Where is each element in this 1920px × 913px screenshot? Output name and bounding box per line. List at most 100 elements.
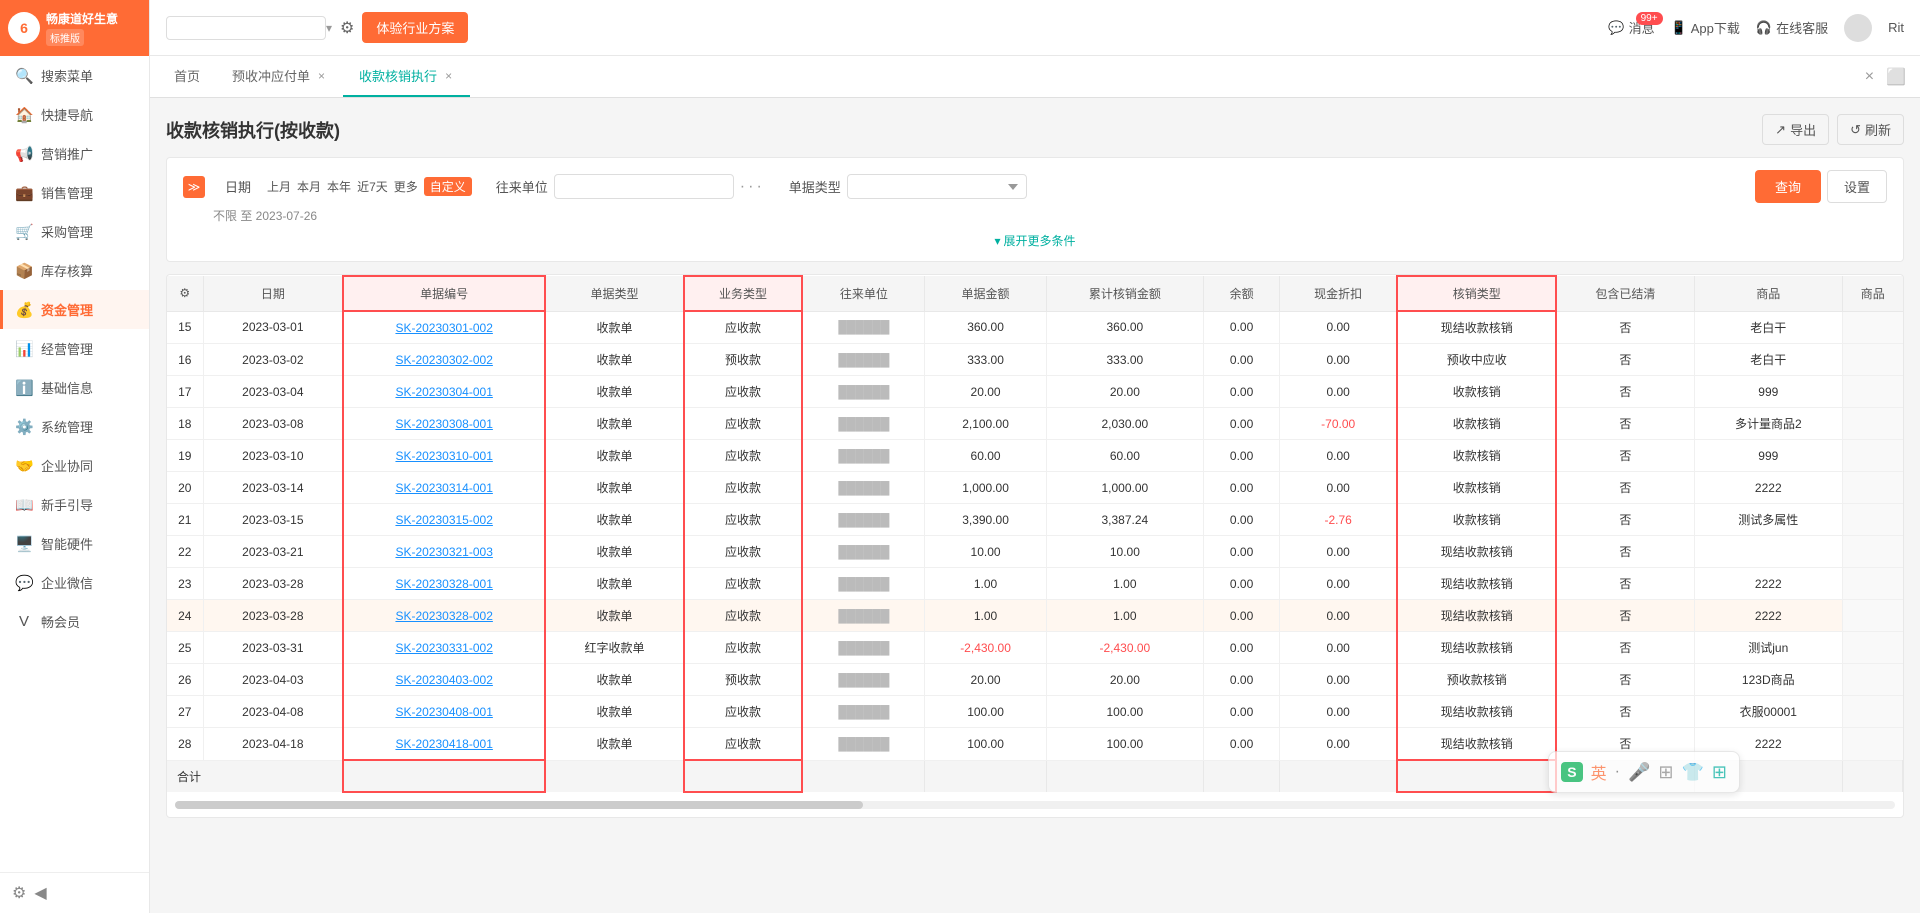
sn-link[interactable]: SK-20230302-002 xyxy=(395,353,492,367)
settings-btn[interactable]: 设置 xyxy=(1827,170,1887,203)
sidebar-item-operations[interactable]: 📊 经营管理 xyxy=(0,329,149,368)
td-party: ██████ xyxy=(802,472,925,504)
td-date: 2023-04-08 xyxy=(203,696,343,728)
filter-party-input[interactable] xyxy=(554,174,734,199)
date-link-lastmonth[interactable]: 上月 xyxy=(267,178,291,195)
sidebar-icon-marketing: 📢 xyxy=(15,145,33,163)
sn-link[interactable]: SK-20230315-002 xyxy=(395,513,492,527)
th-balance[interactable]: 余额 xyxy=(1204,276,1280,311)
tfoot-goods2 xyxy=(1843,760,1903,792)
sn-link[interactable]: SK-20230321-003 xyxy=(395,545,492,559)
filter-vouchertype-select[interactable] xyxy=(847,174,1027,199)
th-date[interactable]: 日期 xyxy=(203,276,343,311)
sidebar-item-quicknav[interactable]: 🏠 快捷导航 xyxy=(0,95,149,134)
date-custom-btn[interactable]: 自定义 xyxy=(424,177,472,196)
sn-link[interactable]: SK-20230310-001 xyxy=(395,449,492,463)
maximize-window-btn[interactable]: ⬜ xyxy=(1880,67,1912,87)
close-window-btn[interactable]: × xyxy=(1859,68,1880,86)
table-scroll-bar[interactable] xyxy=(175,801,1895,809)
sidebar-item-finance[interactable]: 💰 资金管理 xyxy=(0,290,149,329)
td-cash-disc: 0.00 xyxy=(1280,696,1398,728)
sn-link[interactable]: SK-20230304-001 xyxy=(395,385,492,399)
tab-prepay[interactable]: 预收冲应付单 × xyxy=(216,56,343,97)
tab-prepay-close[interactable]: × xyxy=(316,69,327,83)
expand-conditions-btn[interactable]: ▾ 展开更多条件 xyxy=(994,232,1075,249)
sidebar-item-purchase[interactable]: 🛒 采购管理 xyxy=(0,212,149,251)
sidebar-item-corp[interactable]: 🤝 企业协同 xyxy=(0,446,149,485)
th-voucher-type[interactable]: 单据类型 xyxy=(545,276,684,311)
sn-link[interactable]: SK-20230314-001 xyxy=(395,481,492,495)
date-link-more[interactable]: 更多 xyxy=(394,178,418,195)
th-goods[interactable]: 商品 xyxy=(1694,276,1842,311)
td-goods2 xyxy=(1843,408,1903,440)
collapse-icon[interactable]: ◀ xyxy=(34,883,46,903)
sidebar-item-system[interactable]: ⚙️ 系统管理 xyxy=(0,407,149,446)
sidebar-item-inventory[interactable]: 📦 库存核算 xyxy=(0,251,149,290)
td-verify-type: 预收中应收 xyxy=(1397,344,1556,376)
td-amount: 10.00 xyxy=(925,536,1046,568)
sidebar-label-finance: 资金管理 xyxy=(41,300,93,319)
sn-link[interactable]: SK-20230408-001 xyxy=(395,705,492,719)
sn-link[interactable]: SK-20230331-002 xyxy=(395,641,492,655)
td-goods: 多计量商品2 xyxy=(1694,408,1842,440)
scrollbar-area[interactable] xyxy=(167,793,1903,817)
td-cash-disc: 0.00 xyxy=(1280,376,1398,408)
td-biz-type: 应收款 xyxy=(684,568,802,600)
username-label[interactable]: Rit xyxy=(1888,20,1904,35)
sidebar-item-member[interactable]: V 畅会员 xyxy=(0,602,149,641)
th-sn[interactable]: 单据编号 xyxy=(343,276,545,311)
sidebar-label-guide: 新手引导 xyxy=(41,495,93,514)
sidebar-item-wechat[interactable]: 💬 企业微信 xyxy=(0,563,149,602)
settings-icon[interactable]: ⚙ xyxy=(12,883,26,903)
topbar-dropdown-btn[interactable]: ▾ xyxy=(326,21,332,35)
date-link-thismonth[interactable]: 本月 xyxy=(297,178,321,195)
td-verify-type: 现结收款核销 xyxy=(1397,568,1556,600)
date-link-7days[interactable]: 近7天 xyxy=(357,178,388,195)
date-link-thisyear[interactable]: 本年 xyxy=(327,178,351,195)
sidebar-item-search[interactable]: 🔍 搜索菜单 xyxy=(0,56,149,95)
query-btn[interactable]: 查询 xyxy=(1755,170,1821,203)
th-goods2[interactable]: 商品 xyxy=(1843,276,1903,311)
sidebar-item-sales[interactable]: 💼 销售管理 xyxy=(0,173,149,212)
td-balance: 0.00 xyxy=(1204,440,1280,472)
td-date: 2023-04-03 xyxy=(203,664,343,696)
sidebar-item-guide[interactable]: 📖 新手引导 xyxy=(0,485,149,524)
sn-link[interactable]: SK-20230418-001 xyxy=(395,737,492,751)
th-verify-type[interactable]: 核销类型 xyxy=(1397,276,1556,311)
sidebar-item-hardware[interactable]: 🖥️ 智能硬件 xyxy=(0,524,149,563)
messages-btn[interactable]: 💬 消息 99+ xyxy=(1608,18,1654,37)
sidebar-item-marketing[interactable]: 📢 营销推广 xyxy=(0,134,149,173)
app-download-btn[interactable]: 📱 App下载 xyxy=(1671,18,1740,37)
topbar-search-input[interactable] xyxy=(166,16,326,40)
refresh-btn[interactable]: ↺ 刷新 xyxy=(1837,114,1904,145)
td-biz-type: 应收款 xyxy=(684,408,802,440)
th-amount[interactable]: 单据金额 xyxy=(925,276,1046,311)
th-cash-disc[interactable]: 现金折扣 xyxy=(1280,276,1398,311)
tab-verify[interactable]: 收款核销执行 × xyxy=(343,56,470,97)
filter-expand-btn[interactable]: ≫ xyxy=(183,176,205,198)
table-scroll-thumb[interactable] xyxy=(175,801,863,809)
td-biz-type: 预收款 xyxy=(684,344,802,376)
td-num: 21 xyxy=(167,504,203,536)
sn-link[interactable]: SK-20230328-002 xyxy=(395,609,492,623)
th-settings[interactable]: ⚙ xyxy=(167,276,203,311)
sn-link[interactable]: SK-20230308-001 xyxy=(395,417,492,431)
th-party[interactable]: 往来单位 xyxy=(802,276,925,311)
sn-link[interactable]: SK-20230403-002 xyxy=(395,673,492,687)
td-biz-type: 应收款 xyxy=(684,536,802,568)
th-verify-amount[interactable]: 累计核销金额 xyxy=(1046,276,1203,311)
sidebar-item-basic[interactable]: ℹ️ 基础信息 xyxy=(0,368,149,407)
sn-link[interactable]: SK-20230301-002 xyxy=(395,321,492,335)
tab-home[interactable]: 首页 xyxy=(158,56,216,97)
topbar-gear-btn[interactable]: ⚙ xyxy=(340,18,354,38)
th-included[interactable]: 包含已结清 xyxy=(1556,276,1694,311)
user-avatar[interactable] xyxy=(1844,14,1872,42)
table-scroll-area[interactable]: ⚙ 日期 单据编号 单据类型 业务类型 往来单位 单据金额 累计核销金额 余额 … xyxy=(167,275,1903,793)
solution-button[interactable]: 体验行业方案 xyxy=(362,12,468,43)
export-btn[interactable]: ↗ 导出 xyxy=(1762,114,1829,145)
online-service-btn[interactable]: 🎧 在线客服 xyxy=(1756,18,1828,37)
sn-link[interactable]: SK-20230328-001 xyxy=(395,577,492,591)
message-icon: 💬 xyxy=(1608,20,1624,36)
tab-verify-close[interactable]: × xyxy=(443,69,454,83)
th-biz-type[interactable]: 业务类型 xyxy=(684,276,802,311)
